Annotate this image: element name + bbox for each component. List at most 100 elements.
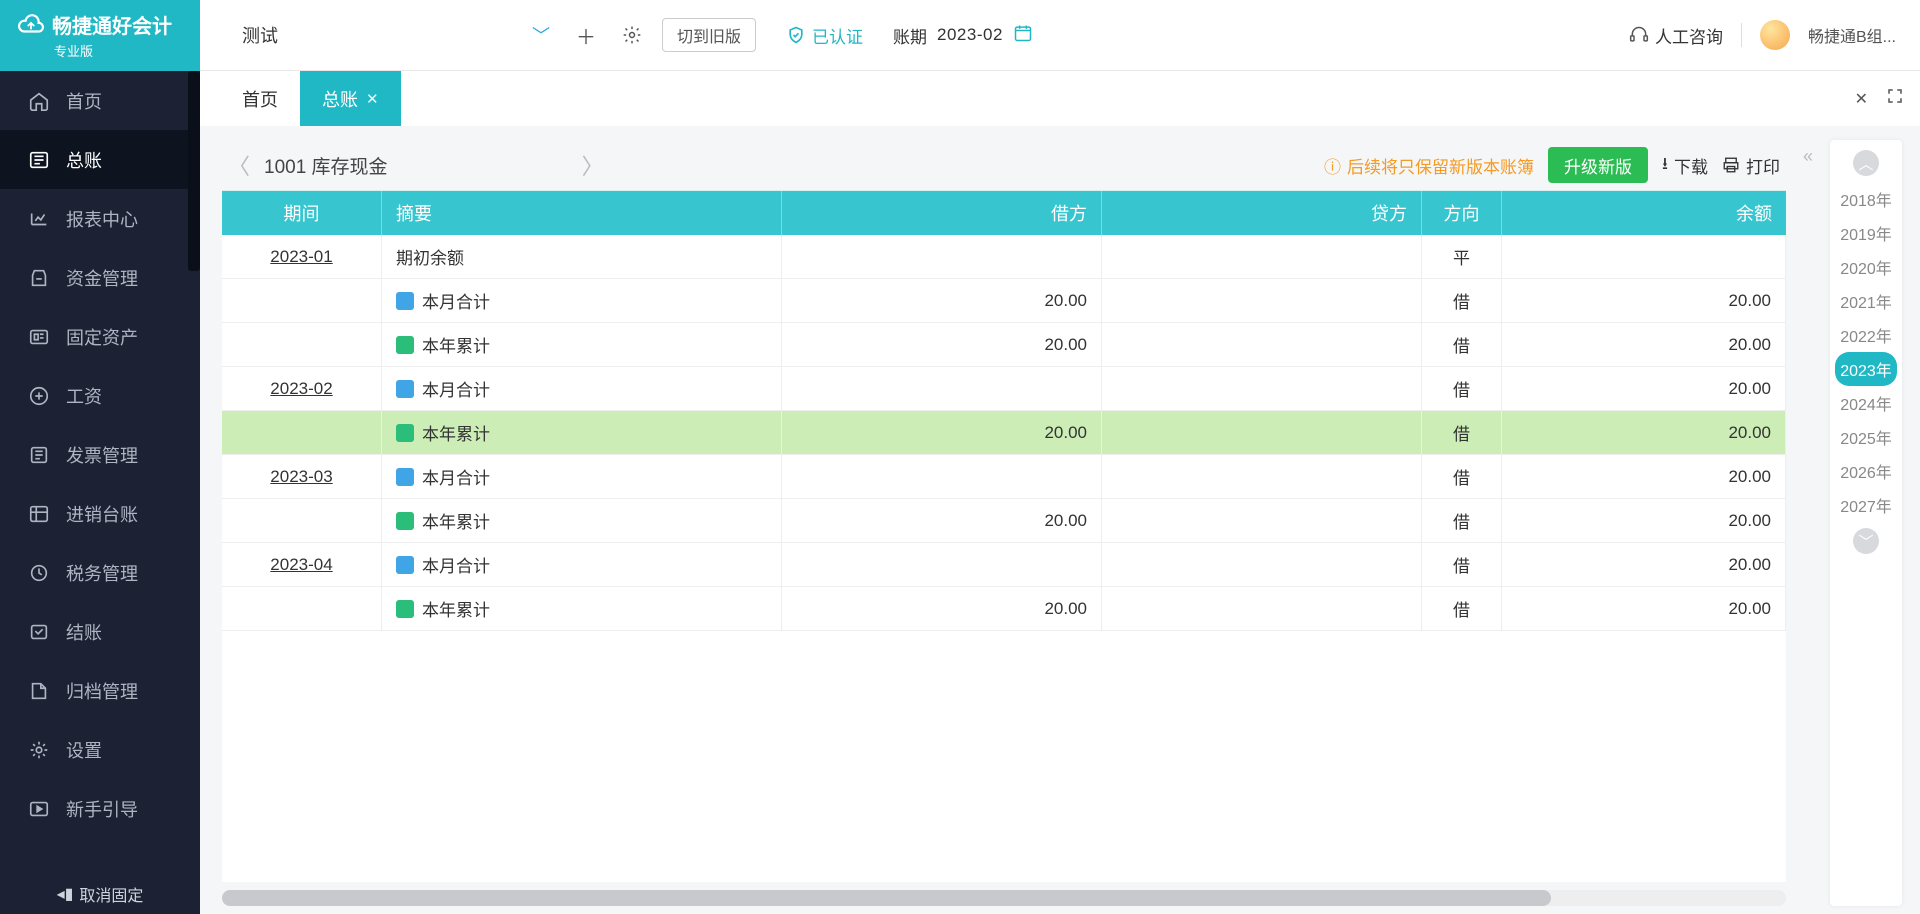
- table-row[interactable]: 2023-02本月合计借20.00: [222, 367, 1786, 411]
- switch-old-version-button[interactable]: 切到旧版: [662, 18, 756, 52]
- sidebar-item-4[interactable]: 固定资产: [0, 307, 200, 366]
- year-option[interactable]: 2023年: [1835, 352, 1897, 386]
- next-account-button[interactable]: 〉: [582, 149, 604, 181]
- sidebar-item-9[interactable]: 结账: [0, 602, 200, 661]
- period-link[interactable]: 2023-02: [270, 379, 332, 399]
- table-row[interactable]: 本年累计20.00借20.00: [222, 411, 1786, 455]
- nav-icon: [28, 149, 50, 171]
- year-option[interactable]: 2021年: [1835, 284, 1897, 318]
- certified-badge[interactable]: 已认证: [786, 23, 863, 48]
- year-option[interactable]: 2027年: [1835, 488, 1897, 522]
- nav-icon: [28, 739, 50, 761]
- support-button[interactable]: 人工咨询: [1629, 23, 1723, 48]
- year-option[interactable]: 2018年: [1835, 182, 1897, 216]
- year-up-button[interactable]: ︿: [1853, 150, 1879, 176]
- cell-direction: 借: [1422, 279, 1502, 322]
- pin-label: 取消固定: [79, 882, 143, 906]
- cell-balance: 20.00: [1502, 499, 1786, 542]
- table-row[interactable]: 2023-04本月合计借20.00: [222, 543, 1786, 587]
- period-label: 账期: [893, 23, 927, 48]
- month-total-icon: [396, 556, 414, 574]
- tab-bar: 首页 总账 ✕ ✕: [200, 71, 1920, 126]
- table-row[interactable]: 2023-03本月合计借20.00: [222, 455, 1786, 499]
- cell-balance: 20.00: [1502, 323, 1786, 366]
- col-balance: 余额: [1502, 191, 1786, 235]
- cell-balance: 20.00: [1502, 279, 1786, 322]
- table-row[interactable]: 本月合计20.00借20.00: [222, 279, 1786, 323]
- upgrade-button[interactable]: 升级新版: [1548, 147, 1648, 183]
- sidebar-item-2[interactable]: 报表中心: [0, 189, 200, 248]
- gear-icon[interactable]: [616, 19, 648, 51]
- table-row[interactable]: 本年累计20.00借20.00: [222, 499, 1786, 543]
- table-row[interactable]: 本年累计20.00借20.00: [222, 323, 1786, 367]
- nav-icon: [28, 621, 50, 643]
- add-button[interactable]: ＋: [570, 19, 602, 51]
- year-down-button[interactable]: ﹀: [1853, 528, 1879, 554]
- nav-icon: [28, 444, 50, 466]
- year-option[interactable]: 2020年: [1835, 250, 1897, 284]
- period-link[interactable]: 2023-03: [270, 467, 332, 487]
- cell-debit: 20.00: [782, 323, 1102, 366]
- toolbar: 〈 1001 库存现金 〉 ⓘ 后续将只保留新版本账簿 升级新版 ⭳ 下载: [222, 140, 1786, 190]
- cell-balance: 20.00: [1502, 367, 1786, 410]
- sidebar-item-3[interactable]: 资金管理: [0, 248, 200, 307]
- close-all-icon[interactable]: ✕: [1855, 89, 1868, 109]
- cell-period: [222, 411, 382, 454]
- prev-account-button[interactable]: 〈: [228, 149, 250, 181]
- period-display: 账期 2023-02: [893, 23, 1033, 48]
- cell-debit: [782, 455, 1102, 498]
- close-icon[interactable]: ✕: [366, 90, 379, 108]
- period-link[interactable]: 2023-04: [270, 555, 332, 575]
- cell-period: [222, 499, 382, 542]
- print-button[interactable]: 打印: [1722, 153, 1780, 178]
- period-link[interactable]: 2023-01: [270, 247, 332, 267]
- cell-summary: 本月合计: [382, 455, 782, 498]
- ledger-table: 期间 摘要 借方 贷方 方向 余额 2023-01期初余额平本月合计20.00借…: [222, 190, 1786, 882]
- cell-period: 2023-02: [222, 367, 382, 410]
- sidebar-item-12[interactable]: 新手引导: [0, 779, 200, 838]
- sidebar-item-11[interactable]: 设置: [0, 720, 200, 779]
- cell-debit: [782, 543, 1102, 586]
- sidebar-item-8[interactable]: 税务管理: [0, 543, 200, 602]
- calendar-icon[interactable]: [1013, 23, 1033, 48]
- sidebar-item-7[interactable]: 进销台账: [0, 484, 200, 543]
- year-selector: ︿ 2018年2019年2020年2021年2022年2023年2024年202…: [1830, 140, 1902, 906]
- year-option[interactable]: 2026年: [1835, 454, 1897, 488]
- cell-debit: [782, 367, 1102, 410]
- sidebar-item-label: 首页: [66, 88, 102, 114]
- year-option[interactable]: 2024年: [1835, 386, 1897, 420]
- tab-home[interactable]: 首页: [220, 71, 300, 126]
- cell-direction: 借: [1422, 587, 1502, 630]
- cell-credit: [1102, 499, 1422, 542]
- sidebar-item-1[interactable]: 总账: [0, 130, 200, 189]
- brand-logo: 畅捷通好会计 专业版: [0, 0, 200, 71]
- cell-debit: 20.00: [782, 499, 1102, 542]
- shield-icon: [786, 25, 806, 45]
- tab-ledger[interactable]: 总账 ✕: [300, 71, 401, 126]
- cell-debit: 20.00: [782, 411, 1102, 454]
- chevron-down-icon: ﹀: [532, 22, 550, 48]
- sidebar-item-10[interactable]: 归档管理: [0, 661, 200, 720]
- sidebar-scrollbar[interactable]: [188, 71, 200, 914]
- cell-direction: 借: [1422, 411, 1502, 454]
- nav-icon: [28, 90, 50, 112]
- table-row[interactable]: 2023-01期初余额平: [222, 235, 1786, 279]
- account-select[interactable]: 测试 ﹀: [236, 15, 556, 55]
- toggle-pin-button[interactable]: ◂▮ 取消固定: [0, 874, 200, 914]
- horizontal-scrollbar[interactable]: [222, 890, 1786, 906]
- year-option[interactable]: 2025年: [1835, 420, 1897, 454]
- sidebar-item-0[interactable]: 首页: [0, 71, 200, 130]
- collapse-year-button[interactable]: «: [1796, 140, 1820, 906]
- table-row[interactable]: 本年累计20.00借20.00: [222, 587, 1786, 631]
- brand-name: 畅捷通好会计: [52, 10, 172, 39]
- col-summary: 摘要: [382, 191, 782, 235]
- avatar[interactable]: [1760, 20, 1790, 50]
- sidebar-item-6[interactable]: 发票管理: [0, 425, 200, 484]
- year-option[interactable]: 2022年: [1835, 318, 1897, 352]
- year-option[interactable]: 2019年: [1835, 216, 1897, 250]
- download-button[interactable]: ⭳ 下载: [1662, 151, 1708, 180]
- cell-credit: [1102, 279, 1422, 322]
- sidebar-item-5[interactable]: 工资: [0, 366, 200, 425]
- fullscreen-icon[interactable]: [1886, 87, 1904, 110]
- info-icon: ⓘ: [1324, 153, 1341, 178]
